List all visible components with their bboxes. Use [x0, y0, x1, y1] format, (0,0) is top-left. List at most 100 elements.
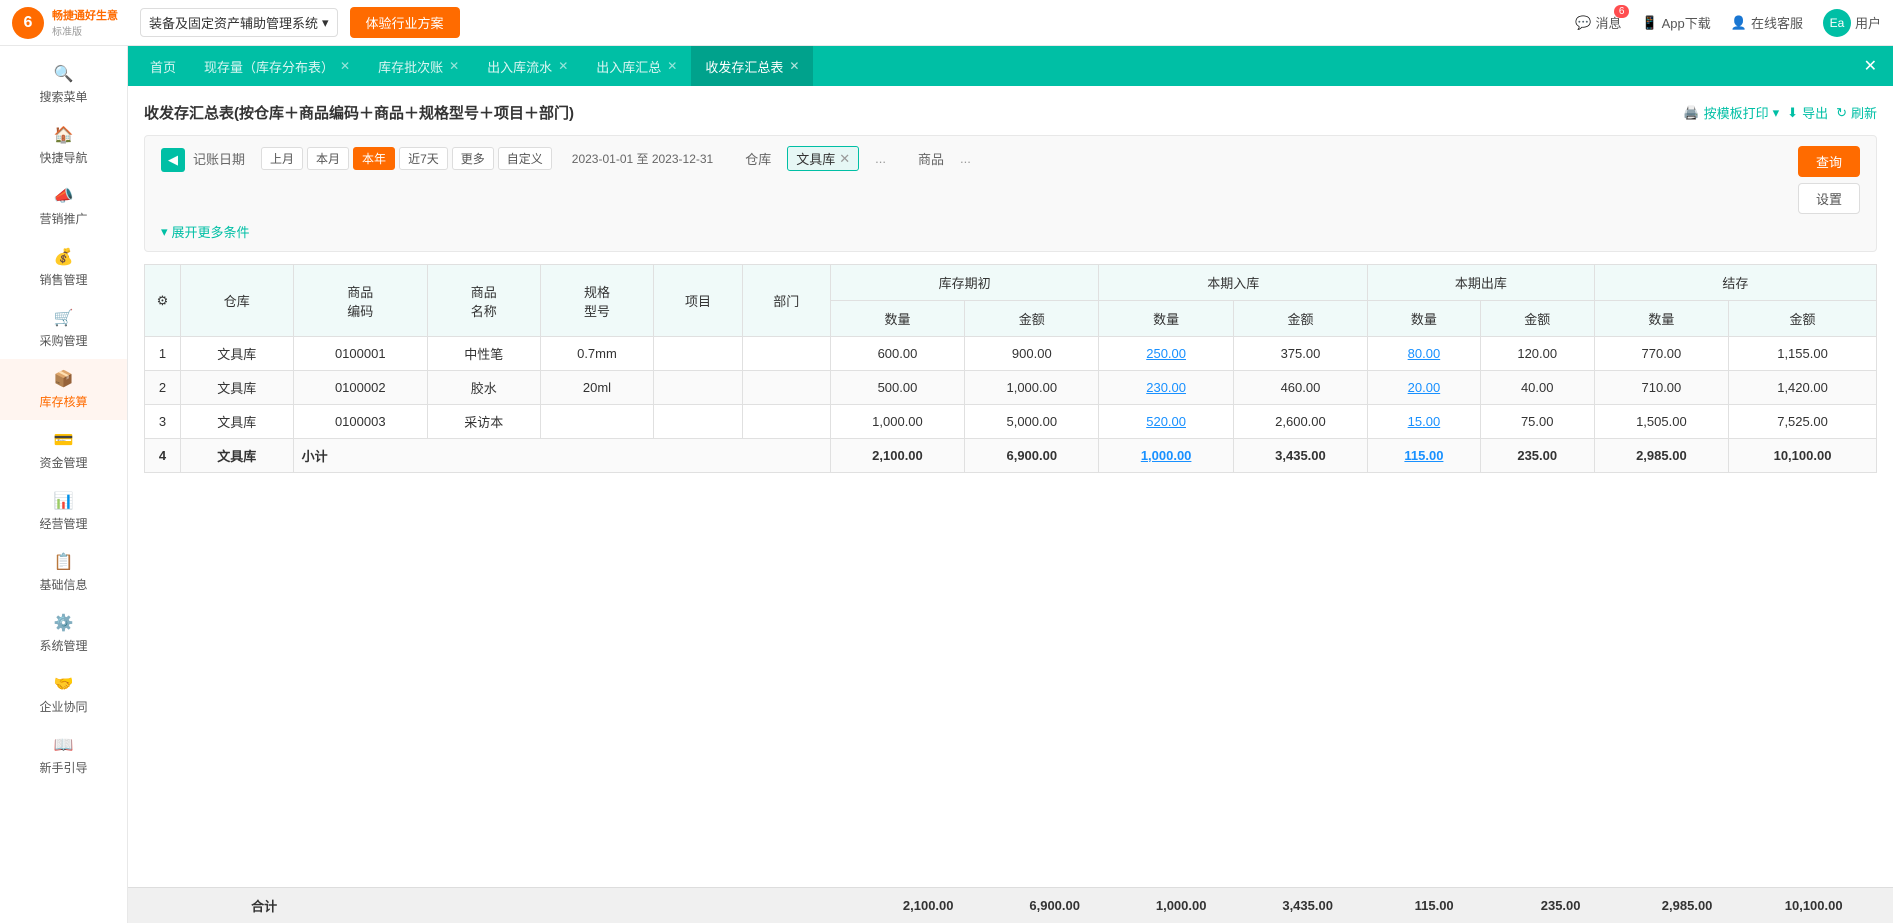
top-right: 💬 消息 6 📱 App下载 👤 在线客服 Ea 用户 — [1575, 9, 1881, 37]
logo-text: 畅捷通好生意 标准版 — [52, 7, 118, 38]
print-button[interactable]: 🖨️ 按模板打印 ▾ — [1683, 103, 1779, 122]
row-close-qty: 1,505.00 — [1594, 405, 1728, 439]
sidebar-item-purchase[interactable]: 🛒 采购管理 — [0, 298, 127, 359]
row-project — [654, 405, 742, 439]
row-code: 0100002 — [293, 371, 427, 405]
bottom-bar: 合计 2,100.00 6,900.00 1,000.00 3,435.00 1… — [128, 887, 1893, 923]
row-warehouse: 文具库 — [181, 371, 294, 405]
message-button[interactable]: 💬 消息 6 — [1575, 13, 1621, 32]
purchase-icon: 🛒 — [54, 308, 74, 328]
settings-button[interactable]: 设置 — [1798, 183, 1860, 214]
date-btn-more[interactable]: 更多 — [452, 147, 494, 170]
page-actions: 🖨️ 按模板打印 ▾ ⬇ 导出 ↻ 刷新 — [1683, 103, 1877, 122]
sidebar-item-sales[interactable]: 💰 销售管理 — [0, 237, 127, 298]
row-spec — [540, 405, 654, 439]
system-title-selector[interactable]: 装备及固定资产辅助管理系统 ▾ — [140, 8, 338, 37]
row-close-amount: 1,420.00 — [1729, 371, 1877, 405]
sidebar-item-basic[interactable]: 📋 基础信息 — [0, 542, 127, 603]
tab-close-inout-flow[interactable]: ✕ — [558, 59, 568, 73]
search-icon: 🔍 — [54, 64, 74, 84]
basic-icon: 📋 — [54, 552, 74, 572]
row-in-qty[interactable]: 520.00 — [1099, 405, 1233, 439]
expand-icon: ▾ — [161, 224, 168, 240]
row-open-amount: 5,000.00 — [965, 405, 1099, 439]
row-out-qty[interactable]: 15.00 — [1368, 405, 1481, 439]
row-close-qty: 710.00 — [1594, 371, 1728, 405]
th-goods-name: 商品名称 — [427, 265, 540, 337]
sidebar-item-marketing[interactable]: 📣 营销推广 — [0, 176, 127, 237]
sidebar-item-operation[interactable]: 📊 经营管理 — [0, 481, 127, 542]
warehouse-tag-close[interactable]: ✕ — [839, 151, 850, 167]
subtotal-open-amount: 6,900.00 — [965, 439, 1099, 473]
tab-close-recv-send[interactable]: ✕ — [789, 59, 799, 73]
subtotal-out-qty[interactable]: 115.00 — [1368, 439, 1481, 473]
row-open-amount: 1,000.00 — [965, 371, 1099, 405]
tab-home[interactable]: 首页 — [136, 46, 190, 86]
export-button[interactable]: ⬇ 导出 — [1787, 103, 1828, 122]
row-code: 0100001 — [293, 337, 427, 371]
date-btn-custom[interactable]: 自定义 — [498, 147, 552, 170]
tab-recv-send[interactable]: 收发存汇总表 ✕ — [691, 46, 813, 86]
sidebar-item-quicknav[interactable]: 🏠 快捷导航 — [0, 115, 127, 176]
th-opening-stock: 库存期初 — [830, 265, 1099, 301]
sidebar-item-guide[interactable]: 📖 新手引导 — [0, 725, 127, 786]
filter-area: ◀ 记账日期 上月 本月 本年 近7天 更多 自定义 — [144, 135, 1877, 252]
data-table: ⚙ 仓库 商品编码 商品名称 规格型号 项目 部门 库存期初 本期入库 本期出库 — [144, 264, 1877, 473]
row-in-qty[interactable]: 230.00 — [1099, 371, 1233, 405]
sidebar-item-collab[interactable]: 🤝 企业协同 — [0, 664, 127, 725]
date-btn-this-year[interactable]: 本年 — [353, 147, 395, 170]
query-button[interactable]: 查询 — [1798, 146, 1860, 177]
main-area: 🔍 搜索菜单 🏠 快捷导航 📣 营销推广 💰 销售管理 🛒 采购管 — [0, 46, 1893, 923]
tab-close-stock-dist[interactable]: ✕ — [340, 59, 350, 73]
sidebar-item-system[interactable]: ⚙️ 系统管理 — [0, 603, 127, 664]
total-in-qty: 1,000.00 — [1118, 896, 1244, 915]
total-close-qty: 2,985.00 — [1624, 896, 1750, 915]
subtotal-num: 4 — [145, 439, 181, 473]
online-service-button[interactable]: 👤 在线客服 — [1731, 13, 1803, 32]
row-out-qty[interactable]: 80.00 — [1368, 337, 1481, 371]
tab-stock-dist[interactable]: 现存量（库存分布表） ✕ — [190, 46, 364, 86]
tab-batch[interactable]: 库存批次账 ✕ — [364, 46, 473, 86]
row-dept — [742, 371, 830, 405]
warehouse-selector[interactable]: ... — [875, 151, 886, 166]
filter-row-date: 记账日期 上月 本月 本年 近7天 更多 自定义 2023-01-01 至 20… — [193, 146, 1790, 171]
content-area: 首页 现存量（库存分布表） ✕ 库存批次账 ✕ 出入库流水 ✕ 出入库汇总 ✕ — [128, 46, 1893, 923]
row-in-qty[interactable]: 250.00 — [1099, 337, 1233, 371]
sidebar-item-search[interactable]: 🔍 搜索菜单 — [0, 54, 127, 115]
subtotal-label: 小计 — [293, 439, 830, 473]
date-btn-this-month[interactable]: 本月 — [307, 147, 349, 170]
tab-inout-summary[interactable]: 出入库汇总 ✕ — [582, 46, 691, 86]
row-out-amount: 40.00 — [1480, 371, 1594, 405]
sidebar-menu: 🔍 搜索菜单 🏠 快捷导航 📣 营销推广 💰 销售管理 🛒 采购管 — [0, 46, 127, 794]
th-in-qty: 数量 — [1099, 301, 1233, 337]
goods-selector[interactable]: ... — [960, 151, 971, 166]
tab-bar-close[interactable]: ✕ — [1856, 56, 1885, 76]
row-open-qty: 1,000.00 — [830, 405, 964, 439]
sidebar-item-finance[interactable]: 💳 资金管理 — [0, 420, 127, 481]
date-label: 记账日期 — [193, 149, 245, 168]
expand-conditions-btn[interactable]: ▾ 展开更多条件 — [161, 222, 1860, 241]
date-btn-last-month[interactable]: 上月 — [261, 147, 303, 170]
subtotal-in-qty[interactable]: 1,000.00 — [1099, 439, 1233, 473]
sales-icon: 💰 — [54, 247, 74, 267]
subtotal-close-qty: 2,985.00 — [1594, 439, 1728, 473]
user-area[interactable]: Ea 用户 — [1823, 9, 1881, 37]
filter-collapse-btn[interactable]: ◀ — [161, 148, 185, 172]
tab-inout-flow[interactable]: 出入库流水 ✕ — [473, 46, 582, 86]
subtotal-out-amount: 235.00 — [1480, 439, 1594, 473]
th-goods-spec: 规格型号 — [540, 265, 654, 337]
sidebar-item-inventory[interactable]: 📦 库存核算 — [0, 359, 127, 420]
app-download-button[interactable]: 📱 App下载 — [1641, 13, 1710, 32]
row-spec: 0.7mm — [540, 337, 654, 371]
page-header: 收发存汇总表(按仓库＋商品编码＋商品＋规格型号＋项目＋部门) 🖨️ 按模板打印 … — [144, 102, 1877, 123]
table-row: 2 文具库 0100002 胶水 20ml 500.00 1,000.00 23… — [145, 371, 1877, 405]
finance-icon: 💳 — [54, 430, 74, 450]
row-out-qty[interactable]: 20.00 — [1368, 371, 1481, 405]
date-btn-7days[interactable]: 近7天 — [399, 147, 448, 170]
refresh-button[interactable]: ↻ 刷新 — [1836, 103, 1877, 122]
tab-close-batch[interactable]: ✕ — [449, 59, 459, 73]
total-row: 合计 2,100.00 6,900.00 1,000.00 3,435.00 1… — [144, 896, 1877, 915]
tab-close-inout-summary[interactable]: ✕ — [667, 59, 677, 73]
operation-icon: 📊 — [54, 491, 74, 511]
try-button[interactable]: 体验行业方案 — [350, 7, 460, 38]
